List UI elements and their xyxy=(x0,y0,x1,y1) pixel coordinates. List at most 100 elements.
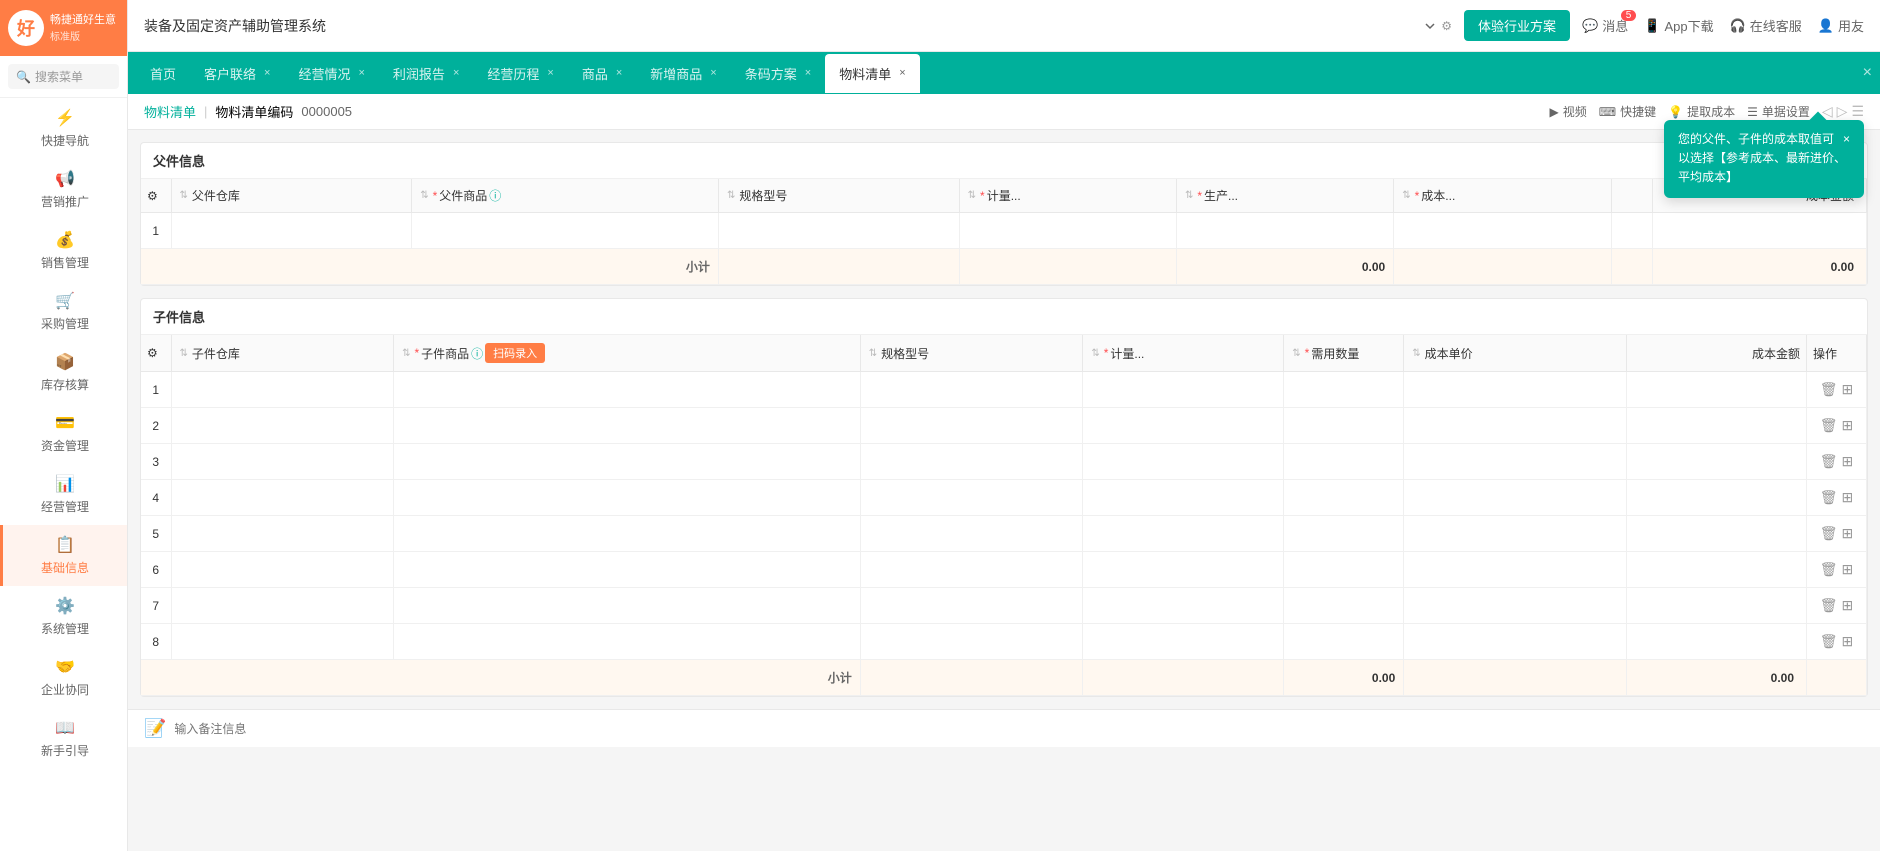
tab-close[interactable]: × xyxy=(453,67,459,79)
delete-icon[interactable]: 🗑 xyxy=(1820,633,1838,650)
child-warehouse-cell[interactable] xyxy=(171,588,394,624)
tab-new-goods[interactable]: 新增商品 × xyxy=(636,54,730,93)
child-warehouse-cell[interactable] xyxy=(171,444,394,480)
copy-icon[interactable]: ⊞ xyxy=(1842,453,1854,470)
spec-cell[interactable] xyxy=(718,213,959,249)
child-spec-cell[interactable] xyxy=(860,408,1083,444)
th-child-settings[interactable]: ⚙ xyxy=(141,335,171,372)
child-qty-cell[interactable] xyxy=(1284,480,1404,516)
nav-menu-btn[interactable]: ☰ xyxy=(1851,103,1864,120)
sidebar-item-xitong[interactable]: ⚙️ 系统管理 xyxy=(0,586,127,647)
produce-cell[interactable] xyxy=(1176,213,1393,249)
child-unit-cell[interactable] xyxy=(1083,408,1284,444)
copy-icon[interactable]: ⊞ xyxy=(1842,417,1854,434)
child-unit-cell[interactable] xyxy=(1083,516,1284,552)
video-action[interactable]: ▶ 视频 xyxy=(1550,103,1587,120)
child-warehouse-cell[interactable] xyxy=(171,624,394,660)
sidebar-item-xiaoshou[interactable]: 💰 销售管理 xyxy=(0,220,127,281)
tooltip-close-btn[interactable]: × xyxy=(1843,130,1850,149)
child-spec-cell[interactable] xyxy=(860,588,1083,624)
child-spec-cell[interactable] xyxy=(860,480,1083,516)
child-qty-cell[interactable] xyxy=(1284,624,1404,660)
tab-close[interactable]: × xyxy=(805,67,811,79)
settings-action[interactable]: ☰ 单据设置 xyxy=(1747,103,1810,120)
copy-icon[interactable]: ⊞ xyxy=(1842,525,1854,542)
settings-gear[interactable]: ⚙ xyxy=(1441,19,1452,33)
shortcut-action[interactable]: ⌨ 快捷键 xyxy=(1599,103,1656,120)
sidebar-item-caigou[interactable]: 🛒 采购管理 xyxy=(0,281,127,342)
child-goods-cell[interactable] xyxy=(394,480,861,516)
child-spec-cell[interactable] xyxy=(860,372,1083,408)
child-warehouse-cell[interactable] xyxy=(171,552,394,588)
tab-barcode[interactable]: 条码方案 × xyxy=(731,54,825,93)
message-btn[interactable]: 💬 消息 5 xyxy=(1582,16,1628,35)
tab-history[interactable]: 经营历程 × xyxy=(473,54,567,93)
tab-home[interactable]: 首页 xyxy=(136,54,190,93)
child-spec-cell[interactable] xyxy=(860,516,1083,552)
help-icon2[interactable]: ⓘ xyxy=(471,345,483,362)
child-qty-cell[interactable] xyxy=(1284,372,1404,408)
tab-close[interactable]: × xyxy=(358,67,364,79)
sidebar-item-kuaijie[interactable]: ⚡ 快捷导航 xyxy=(0,98,127,159)
sidebar-search[interactable]: 🔍 搜索菜单 xyxy=(0,56,127,98)
child-unit-price-cell[interactable] xyxy=(1404,372,1627,408)
child-unit-price-cell[interactable] xyxy=(1404,588,1627,624)
scan-input-btn[interactable]: 扫码录入 xyxy=(485,343,545,363)
parent-goods-cell[interactable] xyxy=(412,213,719,249)
online-service-btn[interactable]: 🎧 在线客服 xyxy=(1730,16,1802,35)
child-spec-cell[interactable] xyxy=(860,624,1083,660)
delete-icon[interactable]: 🗑 xyxy=(1820,561,1838,578)
tab-close[interactable]: × xyxy=(264,67,270,79)
child-goods-cell[interactable] xyxy=(394,624,861,660)
sidebar-item-xinshou[interactable]: 📖 新手引导 xyxy=(0,708,127,769)
nav-close-all[interactable]: × xyxy=(1863,64,1872,82)
delete-icon[interactable]: 🗑 xyxy=(1820,417,1838,434)
tab-profit[interactable]: 利润报告 × xyxy=(379,54,473,93)
th-settings[interactable]: ⚙ xyxy=(141,179,171,213)
child-warehouse-cell[interactable] xyxy=(171,372,394,408)
child-unit-cell[interactable] xyxy=(1083,624,1284,660)
delete-icon[interactable]: 🗑 xyxy=(1820,453,1838,470)
tab-operation[interactable]: 经营情况 × xyxy=(284,54,378,93)
child-qty-cell[interactable] xyxy=(1284,444,1404,480)
trial-button[interactable]: 体验行业方案 xyxy=(1464,10,1570,41)
child-goods-cell[interactable] xyxy=(394,444,861,480)
child-warehouse-cell[interactable] xyxy=(171,480,394,516)
delete-icon[interactable]: 🗑 xyxy=(1820,525,1838,542)
child-unit-price-cell[interactable] xyxy=(1404,516,1627,552)
child-unit-cell[interactable] xyxy=(1083,372,1284,408)
tab-close[interactable]: × xyxy=(710,67,716,79)
child-unit-cell[interactable] xyxy=(1083,480,1284,516)
child-qty-cell[interactable] xyxy=(1284,516,1404,552)
child-spec-cell[interactable] xyxy=(860,552,1083,588)
child-unit-cell[interactable] xyxy=(1083,588,1284,624)
tab-bom[interactable]: 物料清单 × xyxy=(825,54,919,93)
delete-icon[interactable]: 🗑 xyxy=(1820,381,1838,398)
nav-next-btn[interactable]: ▷ xyxy=(1837,103,1848,120)
child-unit-price-cell[interactable] xyxy=(1404,444,1627,480)
copy-icon[interactable]: ⊞ xyxy=(1842,489,1854,506)
child-goods-cell[interactable] xyxy=(394,372,861,408)
tab-close[interactable]: × xyxy=(547,67,553,79)
child-goods-cell[interactable] xyxy=(394,588,861,624)
delete-icon[interactable]: 🗑 xyxy=(1820,597,1838,614)
sidebar-item-qiye[interactable]: 🤝 企业协同 xyxy=(0,647,127,708)
sidebar-item-zijin[interactable]: 💳 资金管理 xyxy=(0,403,127,464)
child-warehouse-cell[interactable] xyxy=(171,516,394,552)
note-input[interactable] xyxy=(174,722,1864,736)
tab-goods[interactable]: 商品 × xyxy=(568,54,636,93)
copy-icon[interactable]: ⊞ xyxy=(1842,561,1854,578)
app-download-btn[interactable]: 📱 App下载 xyxy=(1644,16,1713,35)
user-btn[interactable]: 👤 用友 xyxy=(1818,16,1864,35)
parent-warehouse-cell[interactable] xyxy=(171,213,412,249)
sidebar-item-jichu[interactable]: 📋 基础信息 xyxy=(0,525,127,586)
child-unit-cell[interactable] xyxy=(1083,444,1284,480)
child-qty-cell[interactable] xyxy=(1284,408,1404,444)
delete-icon[interactable]: 🗑 xyxy=(1820,489,1838,506)
cost-cell[interactable] xyxy=(1394,213,1611,249)
breadcrumb-main[interactable]: 物料清单 xyxy=(144,102,196,121)
sidebar-item-jingying[interactable]: 📊 经营管理 xyxy=(0,464,127,525)
sidebar-item-yingxiao[interactable]: 📢 营销推广 xyxy=(0,159,127,220)
child-spec-cell[interactable] xyxy=(860,444,1083,480)
child-goods-cell[interactable] xyxy=(394,408,861,444)
